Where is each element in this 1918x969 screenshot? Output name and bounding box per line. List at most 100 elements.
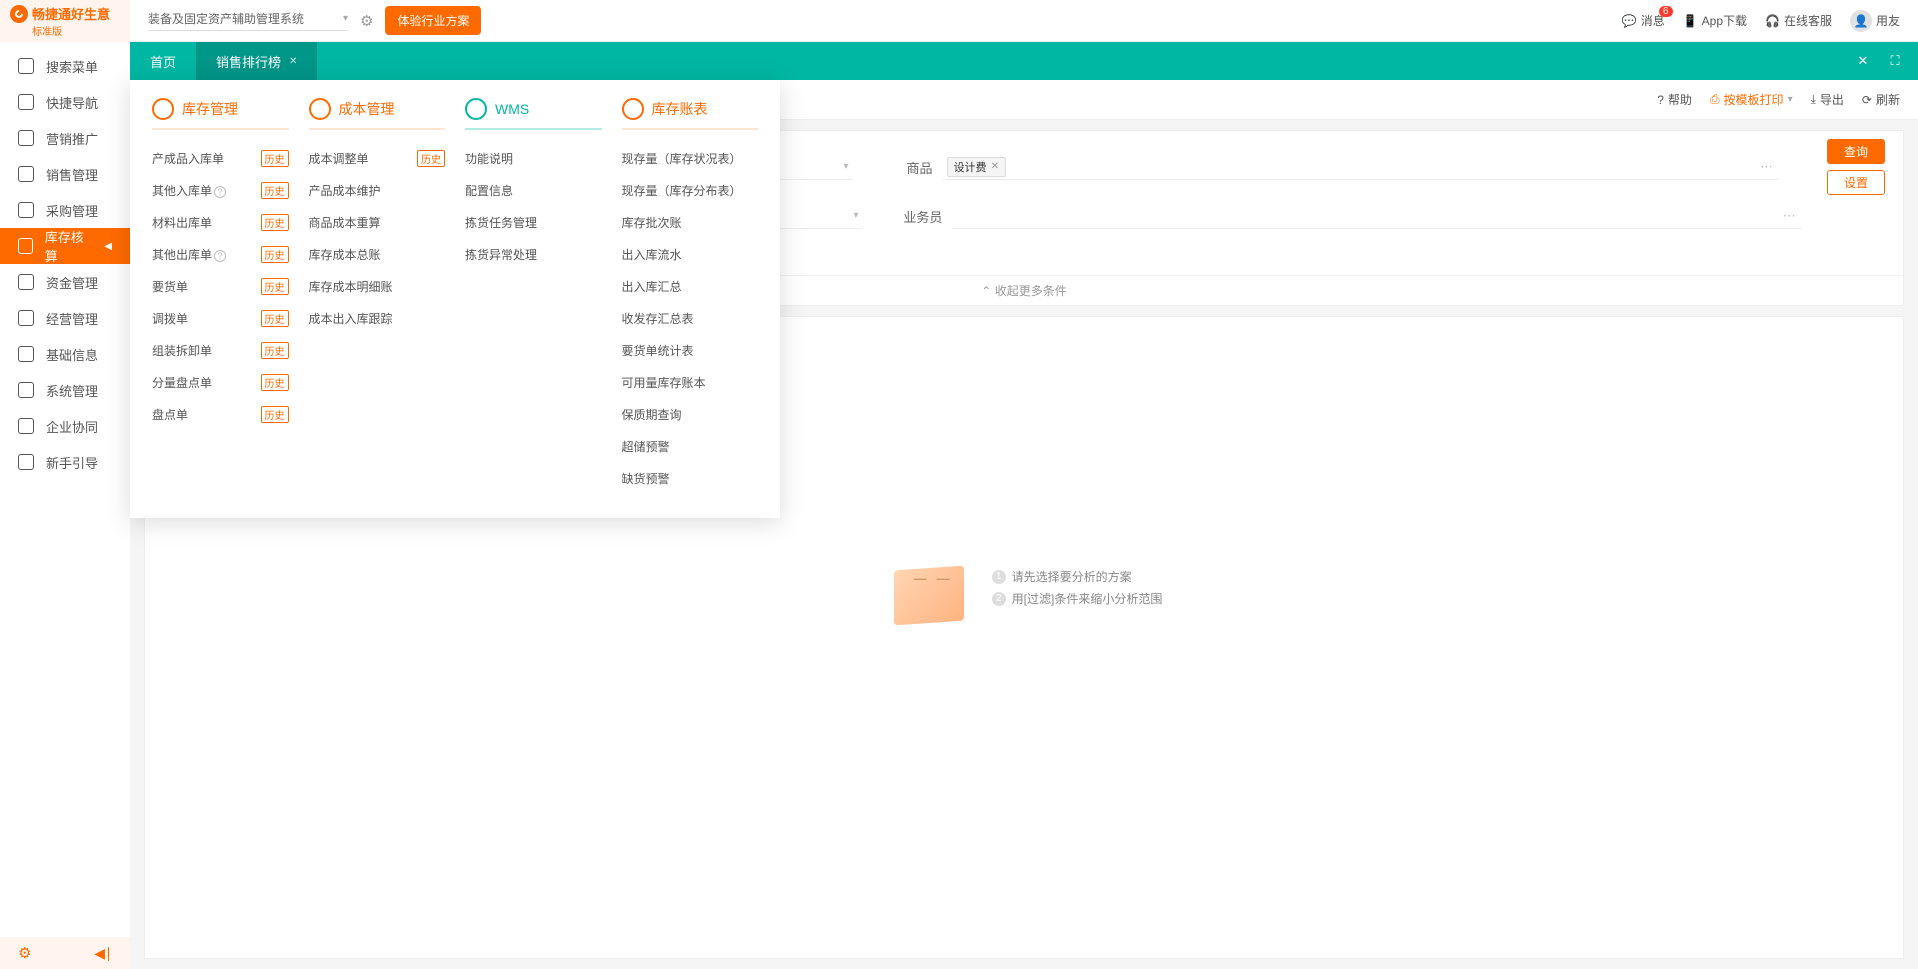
sidebar-item-1[interactable]: 快捷导航 [0,84,130,120]
history-badge[interactable]: 历史 [261,246,289,263]
mega-item[interactable]: 可用量库存账本 [622,366,759,398]
goods-input[interactable]: 设计费✕ ⋯ [943,154,1779,180]
sales-label: 业务员 [892,207,942,226]
more-icon[interactable]: ⋯ [1760,159,1775,175]
history-badge[interactable]: 历史 [261,214,289,231]
mega-item[interactable]: 分量盘点单历史 [152,366,289,398]
close-icon[interactable]: ✕ [289,56,297,67]
mega-item[interactable]: 缺货预警 [622,462,759,494]
sidebar: 畅捷通好生意 标准版 搜索菜单快捷导航营销推广销售管理采购管理库存核算◀资金管理… [0,0,130,969]
history-badge[interactable]: 历史 [261,374,289,391]
mega-item[interactable]: 商品成本重算 [309,206,446,238]
nav-label: 搜索菜单 [46,57,98,76]
chevron-down-icon: ▾ [844,161,849,172]
mega-column: WMS功能说明配置信息拣货任务管理拣货异常处理 [455,98,612,494]
mega-item[interactable]: 保质期查询 [622,398,759,430]
system-selector[interactable]: 装备及固定资产辅助管理系统 ▾ [148,10,348,31]
mega-item[interactable]: 成本调整单历史 [309,142,446,174]
sidebar-item-6[interactable]: 资金管理 [0,264,130,300]
info-icon: ? [214,250,226,262]
fullscreen-icon[interactable]: ⛶ [1884,50,1906,72]
help-icon: ? [1657,93,1664,107]
sidebar-item-10[interactable]: 企业协同 [0,408,130,444]
chevron-down-icon: ▾ [1788,94,1793,105]
step-1-badge: 1 [992,570,1006,584]
mega-item[interactable]: 现存量（库存分布表） [622,174,759,206]
mega-item[interactable]: 出入库流水 [622,238,759,270]
query-button[interactable]: 查询 [1827,139,1885,164]
nav-label: 新手引导 [46,453,98,472]
nav-icon [18,94,34,110]
sidebar-item-11[interactable]: 新手引导 [0,444,130,480]
history-badge[interactable]: 历史 [261,182,289,199]
export-link[interactable]: ⤓导出 [1811,91,1844,108]
mega-item[interactable]: 功能说明 [465,142,602,174]
chip-remove-icon[interactable]: ✕ [991,161,999,172]
info-icon: ? [214,186,226,198]
sidebar-item-5[interactable]: 库存核算◀ [0,228,130,264]
mega-item[interactable]: 拣货任务管理 [465,206,602,238]
history-badge[interactable]: 历史 [261,310,289,327]
sidebar-item-9[interactable]: 系统管理 [0,372,130,408]
mega-item[interactable]: 其他出库单?历史 [152,238,289,270]
tab-active-label: 销售排行榜 [216,52,281,71]
gear-icon[interactable]: ⚙ [360,12,373,30]
sidebar-item-8[interactable]: 基础信息 [0,336,130,372]
mega-item[interactable]: 材料出库单历史 [152,206,289,238]
history-badge[interactable]: 历史 [261,342,289,359]
app-label: App下载 [1702,12,1747,29]
mega-item[interactable]: 盘点单历史 [152,398,289,430]
collapse-icon[interactable]: ◀∣ [94,945,112,962]
mega-item[interactable]: 收发存汇总表 [622,302,759,334]
tab-close-all-icon[interactable]: ✕ [1852,50,1874,72]
tab-home[interactable]: 首页 [130,42,196,80]
mega-item[interactable]: 要货单历史 [152,270,289,302]
logo-area: 畅捷通好生意 标准版 [0,0,130,42]
mega-column: 成本管理成本调整单历史产品成本维护商品成本重算库存成本总账库存成本明细账成本出入… [299,98,456,494]
online-service-link[interactable]: 🎧 在线客服 [1765,12,1832,29]
mega-item[interactable]: 现存量（库存状况表） [622,142,759,174]
step-2-badge: 2 [992,592,1006,606]
system-name: 装备及固定资产辅助管理系统 [148,10,304,27]
try-industry-button[interactable]: 体验行业方案 [385,6,481,35]
avatar-icon: 👤 [1850,10,1872,32]
user-menu[interactable]: 👤 用友 [1850,10,1900,32]
more-icon[interactable]: ⋯ [1783,208,1798,224]
mega-item[interactable]: 调拨单历史 [152,302,289,334]
history-badge[interactable]: 历史 [261,406,289,423]
print-link[interactable]: ⎙按模板打印▾ [1710,91,1793,108]
help-link[interactable]: ?帮助 [1657,91,1692,108]
history-badge[interactable]: 历史 [417,150,445,167]
mega-item[interactable]: 成本出入库跟踪 [309,302,446,334]
sidebar-item-4[interactable]: 采购管理 [0,192,130,228]
tab-sales-ranking[interactable]: 销售排行榜 ✕ [196,42,317,80]
history-badge[interactable]: 历史 [261,278,289,295]
sidebar-item-2[interactable]: 营销推广 [0,120,130,156]
mega-item[interactable]: 要货单统计表 [622,334,759,366]
mega-item[interactable]: 组装拆卸单历史 [152,334,289,366]
settings-button[interactable]: 设置 [1827,170,1885,195]
nav-icon [18,310,34,326]
sidebar-item-3[interactable]: 销售管理 [0,156,130,192]
messages-link[interactable]: 💬 消息 6 [1622,12,1665,29]
mega-item[interactable]: 配置信息 [465,174,602,206]
nav-label: 营销推广 [46,129,98,148]
mega-item[interactable]: 产成品入库单历史 [152,142,289,174]
mega-item[interactable]: 产品成本维护 [309,174,446,206]
service-label: 在线客服 [1784,12,1832,29]
mega-item[interactable]: 其他入库单?历史 [152,174,289,206]
mega-item[interactable]: 库存成本明细账 [309,270,446,302]
mega-item[interactable]: 库存批次账 [622,206,759,238]
mega-item[interactable]: 拣货异常处理 [465,238,602,270]
salesperson-input[interactable]: ⋯ [952,203,1801,229]
sidebar-item-7[interactable]: 经营管理 [0,300,130,336]
app-download-link[interactable]: 📱 App下载 [1683,12,1747,29]
mega-item[interactable]: 库存成本总账 [309,238,446,270]
settings-icon[interactable]: ⚙ [18,944,31,962]
message-badge: 6 [1659,6,1673,17]
sidebar-item-0[interactable]: 搜索菜单 [0,48,130,84]
mega-item[interactable]: 出入库汇总 [622,270,759,302]
refresh-link[interactable]: ⟳刷新 [1862,91,1900,108]
history-badge[interactable]: 历史 [261,150,289,167]
mega-item[interactable]: 超储预警 [622,430,759,462]
